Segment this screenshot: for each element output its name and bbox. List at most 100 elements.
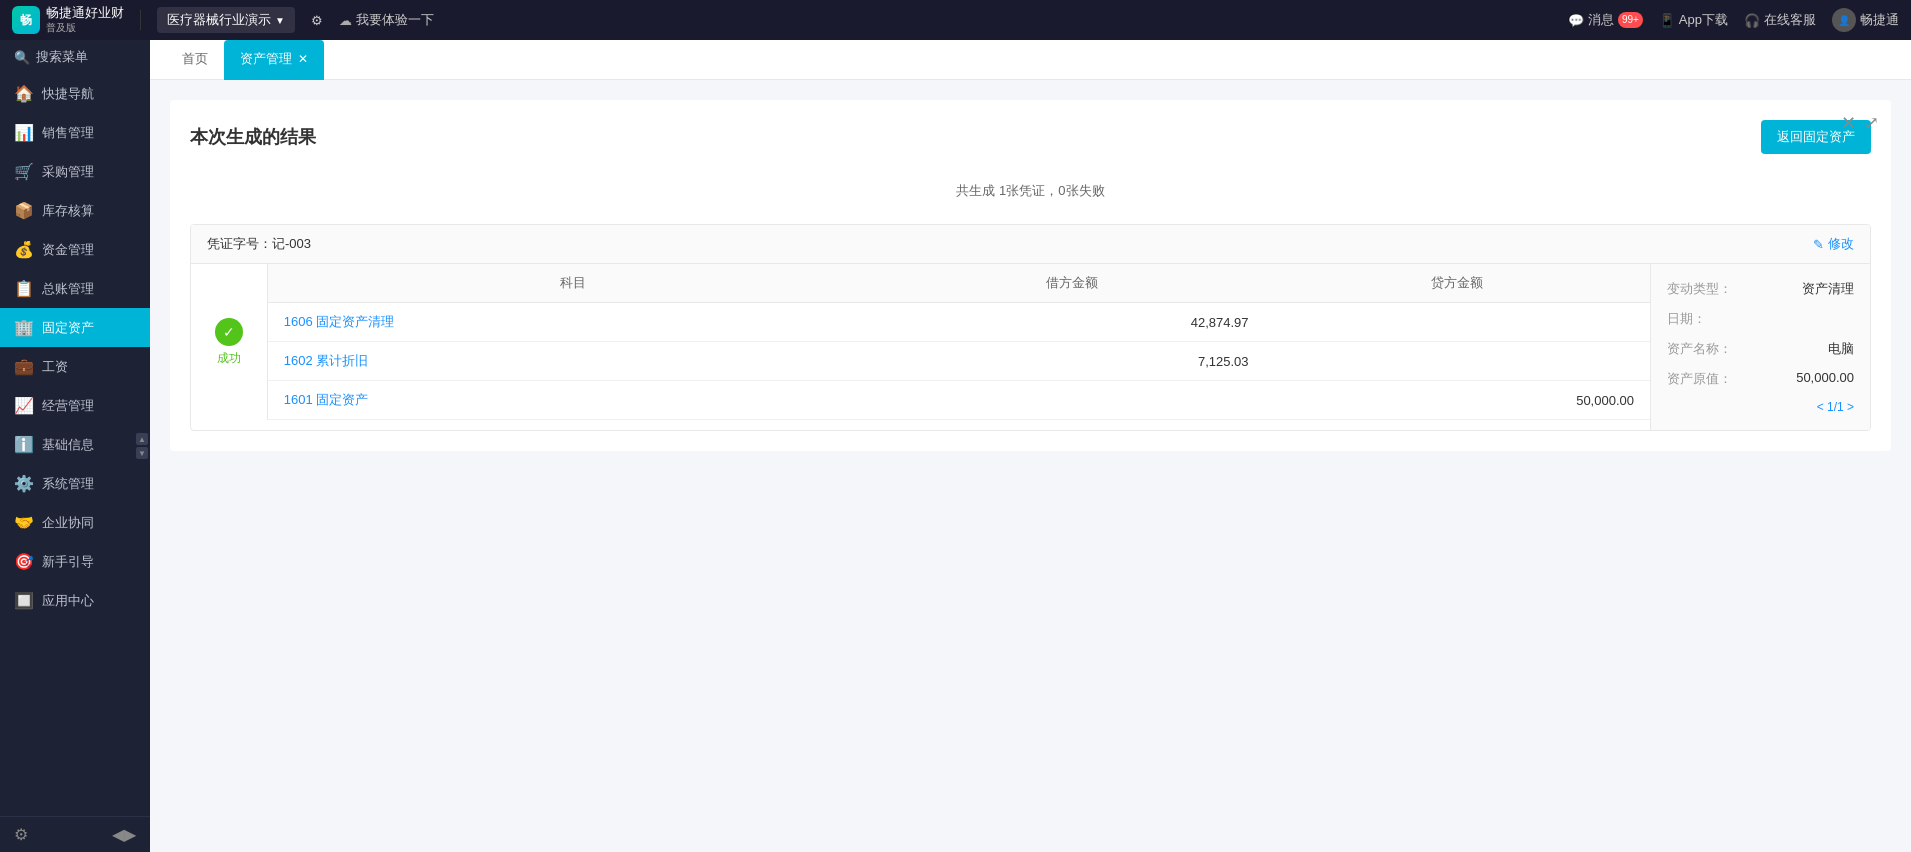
scroll-down-button[interactable]: ▼ <box>136 447 148 459</box>
logo-icon: 畅 <box>12 6 40 34</box>
sidebar-item-label: 总账管理 <box>42 280 94 298</box>
table-row: 1601 固定资产 50,000.00 <box>268 381 1650 420</box>
message-icon: 💬 <box>1568 13 1584 28</box>
scroll-controls: ▲ ▼ <box>134 431 150 461</box>
customer-service-label: 在线客服 <box>1764 11 1816 29</box>
sidebar-item-newbie-guide[interactable]: 🎯 新手引导 <box>0 542 150 581</box>
col-account: 科目 <box>268 264 879 303</box>
sidebar-item-business-mgmt[interactable]: 📈 经营管理 <box>0 386 150 425</box>
table-row: 1606 固定资产清理 42,874.97 <box>268 303 1650 342</box>
panel-controls: ✕ ⤢ <box>1841 112 1879 134</box>
gear-icon: ⚙ <box>311 13 323 28</box>
experience-button[interactable]: ☁ 我要体验一下 <box>339 11 434 29</box>
app-title-block: 畅捷通好业财 普及版 <box>46 5 124 35</box>
close-panel-button[interactable]: ✕ <box>1841 112 1856 134</box>
settings-footer-icon[interactable]: ⚙ <box>14 825 28 844</box>
voucher-number: 凭证字号：记-003 <box>207 235 311 253</box>
tab-bar: 首页资产管理✕ <box>150 40 1911 80</box>
sidebar-item-system-mgmt[interactable]: ⚙️系统管理 <box>0 464 150 503</box>
sidebar-item-label: 工资 <box>42 358 68 376</box>
app-download-label: App下载 <box>1679 11 1728 29</box>
account-link[interactable]: 1606 固定资产清理 <box>284 314 395 329</box>
result-summary: 共生成 1张凭证，0张失败 <box>190 174 1871 208</box>
sidebar-item-label: 经营管理 <box>42 397 94 415</box>
tab-home[interactable]: 首页 <box>166 40 224 80</box>
sidebar-item-label: 应用中心 <box>42 592 94 610</box>
top-header: 畅 畅捷通好业财 普及版 医疗器械行业演示 ▼ ⚙ ☁ 我要体验一下 💬 消息 … <box>0 0 1911 40</box>
account-link[interactable]: 1601 固定资产 <box>284 392 369 407</box>
workspace-selector[interactable]: 医疗器械行业演示 ▼ <box>157 7 295 33</box>
general-ledger-icon: 📋 <box>14 279 34 298</box>
collapse-sidebar-button[interactable]: ◀▶ <box>112 825 136 844</box>
asset-name-row: 资产名称： 电脑 <box>1667 340 1854 358</box>
success-icon: ✓ <box>215 318 243 346</box>
result-panel: ✕ ⤢ 本次生成的结果 返回固定资产 共生成 1张凭证，0张失败 凭证字号：记-… <box>170 100 1891 451</box>
voucher-body: ✓ 成功 科目 借方金额 <box>191 264 1650 420</box>
original-value-row: 资产原值： 50,000.00 <box>1667 370 1854 388</box>
sidebar-footer: ⚙ ◀▶ <box>0 816 150 852</box>
system-mgmt-icon: ⚙️ <box>14 474 34 493</box>
sidebar-item-inventory[interactable]: 📦库存核算 <box>0 191 150 230</box>
sidebar-item-fixed-assets[interactable]: 🏢固定资产 <box>0 308 150 347</box>
date-row: 日期： <box>1667 310 1854 328</box>
newbie-guide-icon: 🎯 <box>14 552 34 571</box>
header-right: 💬 消息 99+ 📱 App下载 🎧 在线客服 👤 畅捷通 <box>1568 8 1899 32</box>
tab-label: 首页 <box>182 50 208 68</box>
tab-asset-mgmt[interactable]: 资产管理✕ <box>224 40 324 80</box>
success-text: 成功 <box>217 350 241 367</box>
debit-cell <box>879 381 1264 420</box>
chevron-down-icon: ▼ <box>275 15 285 26</box>
credit-cell: 50,000.00 <box>1265 381 1650 420</box>
message-badge: 99+ <box>1618 12 1643 28</box>
experience-label: 我要体验一下 <box>356 11 434 29</box>
settings-button[interactable]: ⚙ <box>303 6 331 34</box>
app-logo: 畅 畅捷通好业财 普及版 <box>12 5 124 35</box>
expand-panel-button[interactable]: ⤢ <box>1864 112 1879 134</box>
customer-service-button[interactable]: 🎧 在线客服 <box>1744 11 1816 29</box>
sidebar-item-payroll[interactable]: 💼工资 <box>0 347 150 386</box>
search-icon: 🔍 <box>14 50 30 65</box>
purchase-icon: 🛒 <box>14 162 34 181</box>
star-icon: ☁ <box>339 13 352 28</box>
scroll-up-button[interactable]: ▲ <box>136 433 148 445</box>
search-menu[interactable]: 🔍 搜索菜单 <box>0 40 150 74</box>
sidebar-item-finance[interactable]: 💰资金管理 <box>0 230 150 269</box>
sidebar-item-general-ledger[interactable]: 📋 总账管理 <box>0 269 150 308</box>
sidebar-item-label: 企业协同 <box>42 514 94 532</box>
edit-icon: ✎ <box>1813 237 1824 252</box>
app-title: 畅捷通好业财 <box>46 5 124 21</box>
user-info[interactable]: 👤 畅捷通 <box>1832 8 1899 32</box>
edit-voucher-button[interactable]: ✎ 修改 <box>1813 235 1854 253</box>
divider <box>140 10 141 30</box>
credit-cell <box>1265 342 1650 381</box>
debit-cell: 42,874.97 <box>879 303 1264 342</box>
message-button[interactable]: 💬 消息 99+ <box>1568 11 1643 29</box>
sidebar-item-enterprise[interactable]: 🤝 企业协同 <box>0 503 150 542</box>
status-column: ✓ 成功 <box>191 264 268 420</box>
edit-label: 修改 <box>1828 235 1854 253</box>
tab-close-button[interactable]: ✕ <box>298 52 308 66</box>
sales-icon: 📊 <box>14 123 34 142</box>
account-link[interactable]: 1602 累计折旧 <box>284 353 369 368</box>
app-download-button[interactable]: 📱 App下载 <box>1659 11 1728 29</box>
avatar: 👤 <box>1832 8 1856 32</box>
col-debit: 借方金额 <box>879 264 1264 303</box>
sidebar-item-basic-info[interactable]: ℹ️基础信息 <box>0 425 150 464</box>
enterprise-icon: 🤝 <box>14 513 34 532</box>
app-subtitle: 普及版 <box>46 21 124 35</box>
page-title-row: 本次生成的结果 返回固定资产 <box>190 120 1871 154</box>
table-body: 1606 固定资产清理 42,874.97 1602 累计折旧 7,125.03… <box>268 303 1650 420</box>
sidebar-item-sales[interactable]: 📊销售管理 <box>0 113 150 152</box>
sidebar-item-label: 新手引导 <box>42 553 94 571</box>
sidebar-item-purchase[interactable]: 🛒采购管理 <box>0 152 150 191</box>
sidebar-item-quick-nav[interactable]: 🏠快捷导航 <box>0 74 150 113</box>
main-layout: 🔍 搜索菜单 🏠快捷导航📊销售管理🛒采购管理📦库存核算💰资金管理 📋 总账管理 🏢固定… <box>0 40 1911 852</box>
table-row: 1602 累计折旧 7,125.03 <box>268 342 1650 381</box>
side-pagination[interactable]: < 1/1 > <box>1667 400 1854 414</box>
sidebar-item-app-center[interactable]: 🔲应用中心 <box>0 581 150 620</box>
finance-icon: 💰 <box>14 240 34 259</box>
original-value-value: 50,000.00 <box>1796 370 1854 388</box>
workspace-name: 医疗器械行业演示 <box>167 11 271 29</box>
sidebar-item-label: 快捷导航 <box>42 85 94 103</box>
business-mgmt-icon: 📈 <box>14 396 34 415</box>
